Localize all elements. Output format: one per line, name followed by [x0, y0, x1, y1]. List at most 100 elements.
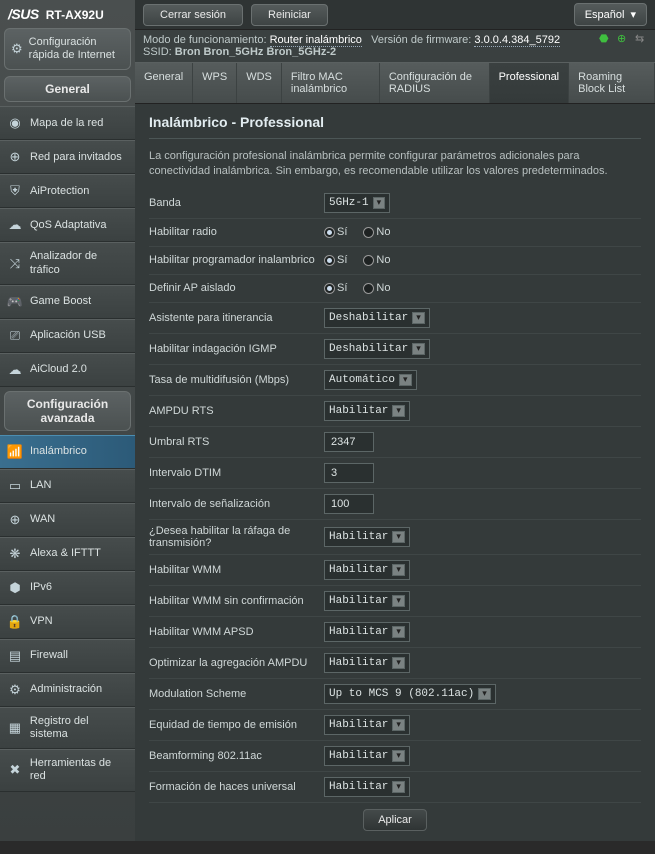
model: RT-AX92U: [46, 8, 104, 22]
sidebar-item-analizador-de-tráfico[interactable]: ⤨Analizador de tráfico: [0, 242, 135, 284]
form-row: Intervalo de señalización: [149, 489, 641, 520]
content: Cerrar sesión Reiniciar Español ▾ Modo d…: [135, 0, 655, 841]
select-13[interactable]: Habilitar▾: [324, 591, 410, 611]
text-input-9[interactable]: [324, 463, 374, 483]
sidebar-item-label: Herramientas de red: [30, 757, 129, 783]
field-label: Banda: [149, 197, 324, 209]
tab-general[interactable]: General: [135, 63, 193, 103]
sidebar-item-wan[interactable]: ⊕WAN: [0, 503, 135, 537]
sidebar-item-firewall[interactable]: ▤ Firewall: [0, 639, 135, 673]
sidebar-item-qos-adaptativa[interactable]: ☁ QoS Adaptativa: [0, 208, 135, 242]
select-7[interactable]: Habilitar ▾: [324, 401, 410, 421]
sidebar-item-label: Analizador de tráfico: [30, 250, 129, 276]
select-15[interactable]: Habilitar▾: [324, 653, 410, 673]
sidebar-item-label: VPN: [30, 615, 53, 628]
form-row: Tasa de multidifusión (Mbps)Automático▾: [149, 365, 641, 396]
select-12[interactable]: Habilitar▾: [324, 560, 410, 580]
tab-wps[interactable]: WPS: [193, 63, 237, 103]
chevron-down-icon: ▾: [630, 8, 636, 21]
nav-icon: 📶: [6, 443, 24, 461]
tab-configuración-de-radius[interactable]: Configuración de RADIUS: [380, 63, 490, 103]
brand: /SUS: [8, 6, 39, 22]
select-value: Habilitar: [329, 595, 388, 607]
apply-button[interactable]: Aplicar: [363, 809, 427, 831]
tab-professional[interactable]: Professional: [490, 63, 570, 103]
sidebar: /SUS RT-AX92U ⚙ Configuración rápida de …: [0, 0, 135, 841]
form-row: Definir AP aisladoSí No: [149, 275, 641, 303]
sidebar-item-ipv6[interactable]: ⬢IPv6: [0, 571, 135, 605]
select-14[interactable]: Habilitar▾: [324, 622, 410, 642]
logout-button[interactable]: Cerrar sesión: [143, 4, 243, 26]
language-label: Español: [585, 9, 625, 21]
sidebar-item-aplicación-usb[interactable]: ⎚Aplicación USB: [0, 319, 135, 353]
tab-filtro-mac-inalámbrico[interactable]: Filtro MAC inalámbrico: [282, 63, 380, 103]
form-row: AMPDU RTS Habilitar ▾: [149, 396, 641, 427]
sidebar-item-red-para-invitados[interactable]: ⊕Red para invitados: [0, 140, 135, 174]
sidebar-quick-internet[interactable]: ⚙ Configuración rápida de Internet: [4, 28, 131, 70]
form-row: Beamforming 802.11acHabilitar▾: [149, 741, 641, 772]
select-value: Habilitar: [329, 564, 388, 576]
sidebar-item-label: AiProtection: [30, 185, 89, 198]
language-select[interactable]: Español ▾: [574, 3, 647, 26]
sidebar-item-inal-mbrico[interactable]: 📶Inalámbrico: [0, 435, 135, 469]
field-label: Beamforming 802.11ac: [149, 750, 324, 762]
radio-yes[interactable]: Sí: [324, 226, 347, 238]
nav-icon: ⎚: [6, 327, 24, 345]
sidebar-item-aicloud-2.0[interactable]: ☁AiCloud 2.0: [0, 353, 135, 387]
radio-yes[interactable]: Sí: [324, 282, 347, 294]
field-label: Habilitar radio: [149, 226, 324, 238]
radio-no[interactable]: No: [363, 226, 390, 238]
select-value: Deshabilitar: [329, 312, 408, 324]
fw-value[interactable]: 3.0.0.4.384_5792: [474, 34, 560, 47]
sidebar-item-alexa-ifttt[interactable]: ❋Alexa & IFTTT: [0, 537, 135, 571]
sidebar-item-label: Firewall: [30, 649, 68, 662]
select-19[interactable]: Habilitar▾: [324, 777, 410, 797]
link-icon[interactable]: ⇆: [635, 32, 647, 44]
sidebar-item-aiprotection[interactable]: ⛨AiProtection: [0, 174, 135, 208]
select-16[interactable]: Up to MCS 9 (802.11ac)▾: [324, 684, 496, 704]
topbar: Cerrar sesión Reiniciar Español ▾: [135, 0, 655, 30]
sidebar-item-label: LAN: [30, 479, 51, 492]
sidebar-item-label: Mapa de la red: [30, 117, 103, 130]
select-11[interactable]: Habilitar▾: [324, 527, 410, 547]
text-input-8[interactable]: [324, 432, 374, 452]
select-6[interactable]: Automático▾: [324, 370, 417, 390]
field-label: Habilitar WMM: [149, 564, 324, 576]
nav-icon: ▤: [6, 647, 24, 665]
sidebar-item-lan[interactable]: ▭LAN: [0, 469, 135, 503]
radio-yes[interactable]: Sí: [324, 254, 347, 266]
select-4[interactable]: Deshabilitar▾: [324, 308, 430, 328]
select-5[interactable]: Deshabilitar▾: [324, 339, 430, 359]
sidebar-item-administraci-n[interactable]: ⚙Administración: [0, 673, 135, 707]
sidebar-item-mapa-de-la-red[interactable]: ◉Mapa de la red: [0, 106, 135, 140]
sidebar-item-herramientas-de-red[interactable]: ✖Herramientas de red: [0, 749, 135, 791]
tab-roaming-block-list[interactable]: Roaming Block List: [569, 63, 655, 103]
field-label: Asistente para itinerancia: [149, 312, 324, 324]
sidebar-item-game-boost[interactable]: 🎮Game Boost: [0, 285, 135, 319]
radio-no[interactable]: No: [363, 282, 390, 294]
sidebar-item-label: QoS Adaptativa: [30, 219, 106, 232]
radio-no[interactable]: No: [363, 254, 390, 266]
select-value: Automático: [329, 374, 395, 386]
sidebar-item-label: IPv6: [30, 581, 52, 594]
field-label: AMPDU RTS: [149, 405, 324, 417]
status-icon[interactable]: ⬣: [599, 32, 611, 44]
chevron-down-icon: ▾: [392, 405, 405, 417]
select-value: Habilitar: [329, 626, 388, 638]
text-input-10[interactable]: [324, 494, 374, 514]
usb-icon[interactable]: ⊕: [617, 32, 629, 44]
select-value: Deshabilitar: [329, 343, 408, 355]
select-18[interactable]: Habilitar▾: [324, 746, 410, 766]
sidebar-section-general: General: [4, 76, 131, 102]
tab-wds[interactable]: WDS: [237, 63, 282, 103]
nav-icon: ❋: [6, 545, 24, 563]
sidebar-item-vpn[interactable]: 🔒VPN: [0, 605, 135, 639]
reboot-button[interactable]: Reiniciar: [251, 4, 328, 26]
select-value: 5GHz-1: [329, 197, 369, 209]
sidebar-item-registro-del-sistema[interactable]: ▦Registro del sistema: [0, 707, 135, 749]
select-value: Habilitar: [329, 405, 388, 417]
nav-icon: ☁: [6, 216, 24, 234]
globe-gear-icon: ⚙: [11, 40, 23, 58]
select-17[interactable]: Habilitar▾: [324, 715, 410, 735]
select-0[interactable]: 5GHz-1▾: [324, 193, 390, 213]
